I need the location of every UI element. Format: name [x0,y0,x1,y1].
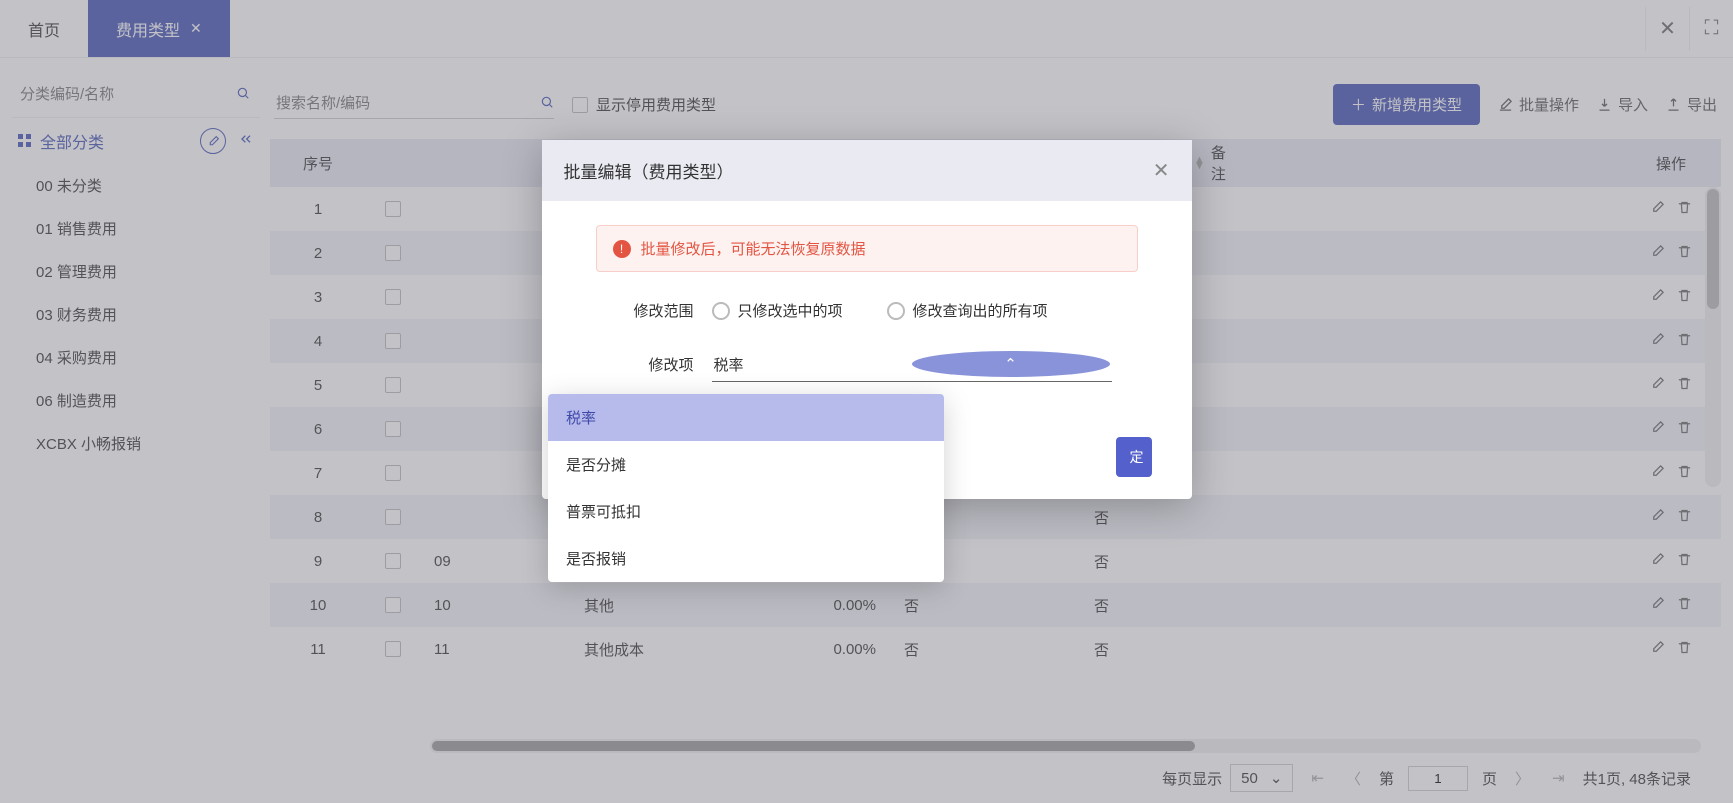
scope-label: 修改范围 [624,300,694,321]
field-label: 修改项 [624,354,694,375]
field-value: 税率 [714,354,912,375]
dropdown-option[interactable]: 普票可抵扣 [548,488,944,535]
warning-icon: ! [613,240,631,258]
radio-icon [712,302,730,320]
warning-text: 批量修改后，可能无法恢复原数据 [641,238,866,259]
modal-header: 批量编辑（费用类型） ✕ [542,140,1192,201]
dropdown-option[interactable]: 是否报销 [548,535,944,582]
field-dropdown: 税率 是否分摊 普票可抵扣 是否报销 [548,394,944,582]
confirm-button[interactable]: 定 [1116,437,1152,477]
dropdown-option[interactable]: 是否分摊 [548,441,944,488]
scope-all-radio[interactable]: 修改查询出的所有项 [887,300,1048,321]
field-select[interactable]: 税率 ⌃ [712,347,1112,382]
scope-selected-radio[interactable]: 只修改选中的项 [712,300,843,321]
warning-banner: ! 批量修改后，可能无法恢复原数据 [596,225,1138,272]
chevron-up-icon: ⌃ [912,351,1110,377]
modal-title: 批量编辑（费用类型） [564,158,734,183]
dropdown-option[interactable]: 税率 [548,394,944,441]
close-icon[interactable]: ✕ [1153,158,1170,183]
radio-icon [887,302,905,320]
